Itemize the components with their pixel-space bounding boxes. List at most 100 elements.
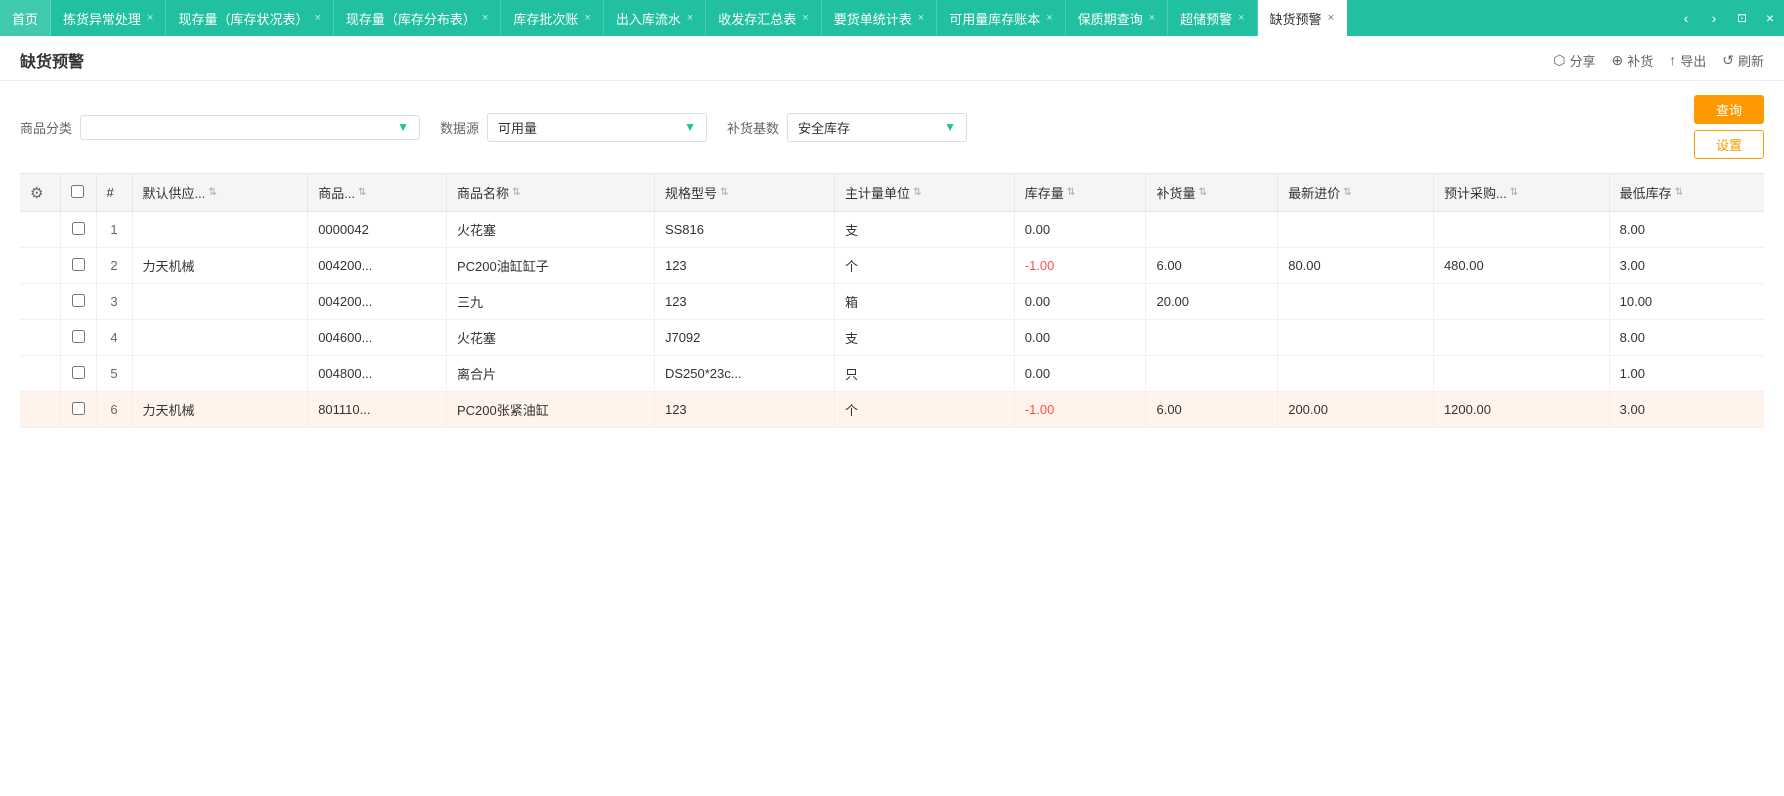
sort-supplier[interactable]: 默认供应... ⇅ [143,183,217,202]
tab-close-6[interactable]: × [802,12,808,24]
table-row: 4 004600... 火花塞 J7092 支 0.00 8.00 [20,320,1764,356]
replenish-button[interactable]: ⊕ 补货 [1611,51,1653,70]
sort-replenish[interactable]: 补货量 ⇅ [1156,183,1206,202]
col-spec: 规格型号 ⇅ [654,174,834,212]
replenish-select-value: 安全库存 [798,118,850,137]
tab-close-10[interactable]: × [1238,12,1244,24]
table-row: 2 力天机械 004200... PC200油缸缸子 123 个 -1.00 6… [20,248,1764,284]
window-close-button[interactable]: × [1756,0,1784,36]
settings-gear-icon[interactable]: ⚙ [30,185,43,202]
category-filter-group: 商品分类 ▼ [20,115,420,140]
sort-min-stock[interactable]: 最低库存 ⇅ [1620,183,1683,202]
sort-spec[interactable]: 规格型号 ⇅ [665,183,728,202]
tab-item-8[interactable]: 可用量库存账本× [937,0,1065,36]
row-checkbox-3[interactable] [72,330,85,343]
category-select-arrow-icon: ▼ [397,120,409,134]
sort-min-stock-icon: ⇅ [1675,187,1683,198]
row-estimated-purchase-1: 480.00 [1433,248,1609,284]
datasource-select[interactable]: 可用量 ▼ [487,113,707,142]
tab-item-5[interactable]: 出入库流水× [604,0,706,36]
tab-item-6[interactable]: 收发存汇总表× [706,0,821,36]
tab-item-2[interactable]: 现存量（库存状况表）× [166,0,333,36]
row-min-stock-4: 1.00 [1609,356,1764,392]
tab-close-11[interactable]: × [1328,12,1334,24]
tab-close-3[interactable]: × [482,12,488,24]
tab-close-2[interactable]: × [314,12,320,24]
tab-item-1[interactable]: 拣货异常处理× [51,0,166,36]
tab-item-0[interactable]: 首页 [0,0,51,36]
tab-item-7[interactable]: 要货单统计表× [822,0,937,36]
window-restore-button[interactable]: ⊡ [1728,0,1756,36]
sort-estimated-purchase[interactable]: 预计采购... ⇅ [1444,183,1518,202]
category-filter-label: 商品分类 [20,118,72,137]
row-latest-price-2 [1278,284,1434,320]
row-unit-5: 个 [835,392,1015,428]
tab-item-10[interactable]: 超储预警× [1168,0,1257,36]
category-select[interactable]: ▼ [80,115,420,140]
replenish-select[interactable]: 安全库存 ▼ [787,113,967,142]
row-checkbox-1[interactable] [72,258,85,271]
refresh-button[interactable]: ↺ 刷新 [1722,51,1764,70]
tab-item-4[interactable]: 库存批次账× [501,0,603,36]
datasource-select-value: 可用量 [498,118,537,137]
row-checkbox-2[interactable] [72,294,85,307]
row-checkbox-cell-0 [60,212,96,248]
row-min-stock-3: 8.00 [1609,320,1764,356]
tab-prev-button[interactable]: ‹ [1672,0,1700,36]
row-checkbox-0[interactable] [72,222,85,235]
row-checkbox-4[interactable] [72,366,85,379]
row-checkbox-5[interactable] [72,402,85,415]
table-body: 1 0000042 火花塞 SS816 支 0.00 8.00 2 力天机械 0… [20,212,1764,428]
row-estimated-purchase-3 [1433,320,1609,356]
tab-item-9[interactable]: 保质期查询× [1066,0,1168,36]
row-gear-3 [20,320,60,356]
tab-close-8[interactable]: × [1046,12,1052,24]
share-button[interactable]: ⬡ 分享 [1553,51,1595,70]
row-supplier-3 [132,320,308,356]
row-estimated-purchase-0 [1433,212,1609,248]
share-icon: ⬡ [1553,52,1565,69]
filter-area: 商品分类 ▼ 数据源 可用量 ▼ 补货基数 安全库存 ▼ 查询 设置 [0,81,1784,173]
refresh-icon: ↺ [1722,52,1734,69]
tab-close-7[interactable]: × [918,12,924,24]
row-product-code-2: 004200... [308,284,447,320]
settings-button[interactable]: 设置 [1694,130,1764,159]
row-product-name-5: PC200张紧油缸 [446,392,654,428]
sort-latest-price-icon: ⇅ [1343,187,1351,198]
export-icon: ↑ [1669,52,1676,68]
row-unit-3: 支 [835,320,1015,356]
row-stock-1: -1.00 [1014,248,1146,284]
col-supplier: 默认供应... ⇅ [132,174,308,212]
sort-stock-icon: ⇅ [1067,187,1075,198]
row-checkbox-cell-4 [60,356,96,392]
row-latest-price-4 [1278,356,1434,392]
table-row: 3 004200... 三九 123 箱 0.00 20.00 10.00 [20,284,1764,320]
row-no-0: 1 [96,212,132,248]
row-spec-2: 123 [654,284,834,320]
query-button[interactable]: 查询 [1694,95,1764,124]
tab-item-3[interactable]: 现存量（库存分布表）× [334,0,501,36]
row-checkbox-cell-5 [60,392,96,428]
sort-product-code-icon: ⇅ [358,187,366,198]
tab-close-9[interactable]: × [1149,12,1155,24]
row-stock-4: 0.00 [1014,356,1146,392]
export-button[interactable]: ↑ 导出 [1669,51,1706,70]
table-header-row: ⚙ # 默认供应... ⇅ 商品... [20,174,1764,212]
sort-latest-price[interactable]: 最新进价 ⇅ [1288,183,1351,202]
tab-close-1[interactable]: × [147,12,153,24]
row-product-name-2: 三九 [446,284,654,320]
row-stock-3: 0.00 [1014,320,1146,356]
row-min-stock-0: 8.00 [1609,212,1764,248]
row-no-2: 3 [96,284,132,320]
tab-close-4[interactable]: × [584,12,590,24]
sort-unit[interactable]: 主计量单位 ⇅ [845,183,921,202]
tab-item-11[interactable]: 缺货预警× [1258,0,1347,36]
col-latest-price: 最新进价 ⇅ [1278,174,1434,212]
sort-product-name[interactable]: 商品名称 ⇅ [457,183,520,202]
select-all-checkbox[interactable] [71,185,84,198]
sort-stock[interactable]: 库存量 ⇅ [1025,183,1075,202]
sort-product-code[interactable]: 商品... ⇅ [318,183,366,202]
tab-close-5[interactable]: × [687,12,693,24]
tab-next-button[interactable]: › [1700,0,1728,36]
row-replenish-2: 20.00 [1146,284,1278,320]
